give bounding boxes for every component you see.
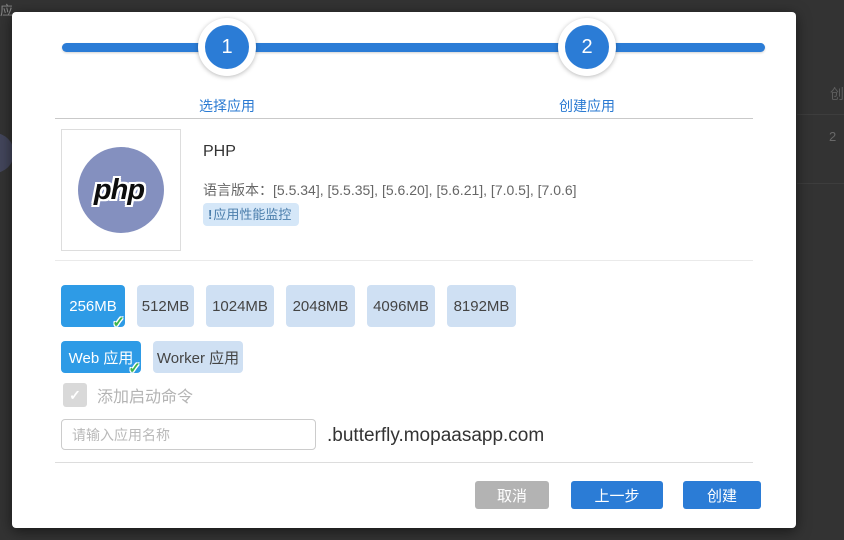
exclamation-icon: ! <box>208 207 213 222</box>
create-button[interactable]: 创建 <box>683 481 761 509</box>
memory-option-label: 4096MB <box>373 297 429 315</box>
memory-option-256mb[interactable]: 256MB ✓ <box>61 285 125 331</box>
app-type-option-group: Web 应用 ✓ Worker 应用 <box>61 341 243 377</box>
memory-option-label: 8192MB <box>453 297 510 315</box>
memory-option-512mb[interactable]: 512MB <box>137 285 194 327</box>
domain-suffix-text: .butterfly.mopaasapp.com <box>327 425 545 446</box>
stepper-progress-bar <box>62 43 765 52</box>
apm-badge-label: 应用性能监控 <box>213 207 292 222</box>
app-type-option-label: Worker 应用 <box>156 349 240 367</box>
cancel-button[interactable]: 取消 <box>475 481 549 509</box>
selected-app-card: php <box>61 129 181 251</box>
startup-command-row: ✓ 添加启动命令 <box>63 383 193 407</box>
memory-option-label: 256MB <box>69 297 117 315</box>
memory-option-label: 512MB <box>141 297 190 315</box>
php-logo-text: php <box>93 173 145 206</box>
app-name-input[interactable] <box>61 419 316 450</box>
step-1-number: 1 <box>205 25 249 69</box>
background-partial-text: 创 <box>830 86 844 102</box>
memory-option-group: 256MB ✓ 512MB 1024MB 2048MB 4096MB 8192M… <box>61 285 516 331</box>
app-type-option-label: Web 应用 <box>68 349 134 367</box>
check-icon: ✓ <box>112 314 125 331</box>
create-app-modal: 1 2 选择应用 创建应用 php PHP 语言版本：[5.5.34], [5.… <box>12 12 796 528</box>
check-icon: ✓ <box>128 360 141 377</box>
background-divider <box>797 114 844 115</box>
step-2-label: 创建应用 <box>559 98 615 114</box>
background-divider <box>797 183 844 184</box>
check-icon: ✓ <box>69 386 81 403</box>
step-1-circle[interactable]: 1 <box>198 18 256 76</box>
divider <box>55 462 753 463</box>
background-partial-text: 应 <box>0 3 12 18</box>
apm-badge: !应用性能监控 <box>203 203 300 226</box>
divider <box>55 260 753 261</box>
app-type-option-web[interactable]: Web 应用 ✓ <box>61 341 141 377</box>
php-logo-icon: php <box>78 147 164 233</box>
memory-option-label: 1024MB <box>212 297 268 315</box>
memory-option-4096mb[interactable]: 4096MB <box>367 285 435 327</box>
memory-option-1024mb[interactable]: 1024MB <box>206 285 274 327</box>
startup-command-checkbox[interactable]: ✓ <box>63 383 87 407</box>
step-1-label: 选择应用 <box>199 98 255 114</box>
step-2-number: 2 <box>565 25 609 69</box>
memory-option-8192mb[interactable]: 8192MB <box>447 285 516 327</box>
app-title: PHP <box>203 143 236 160</box>
memory-option-label: 2048MB <box>292 297 349 315</box>
previous-step-button[interactable]: 上一步 <box>571 481 663 509</box>
app-type-option-worker[interactable]: Worker 应用 <box>153 341 243 373</box>
startup-command-label: 添加启动命令 <box>97 389 194 406</box>
memory-option-2048mb[interactable]: 2048MB <box>286 285 355 327</box>
divider <box>55 118 753 119</box>
step-2-circle[interactable]: 2 <box>558 18 616 76</box>
app-language-versions: 语言版本：[5.5.34], [5.5.35], [5.6.20], [5.6.… <box>203 182 577 198</box>
background-partial-text: 2 <box>829 129 837 144</box>
